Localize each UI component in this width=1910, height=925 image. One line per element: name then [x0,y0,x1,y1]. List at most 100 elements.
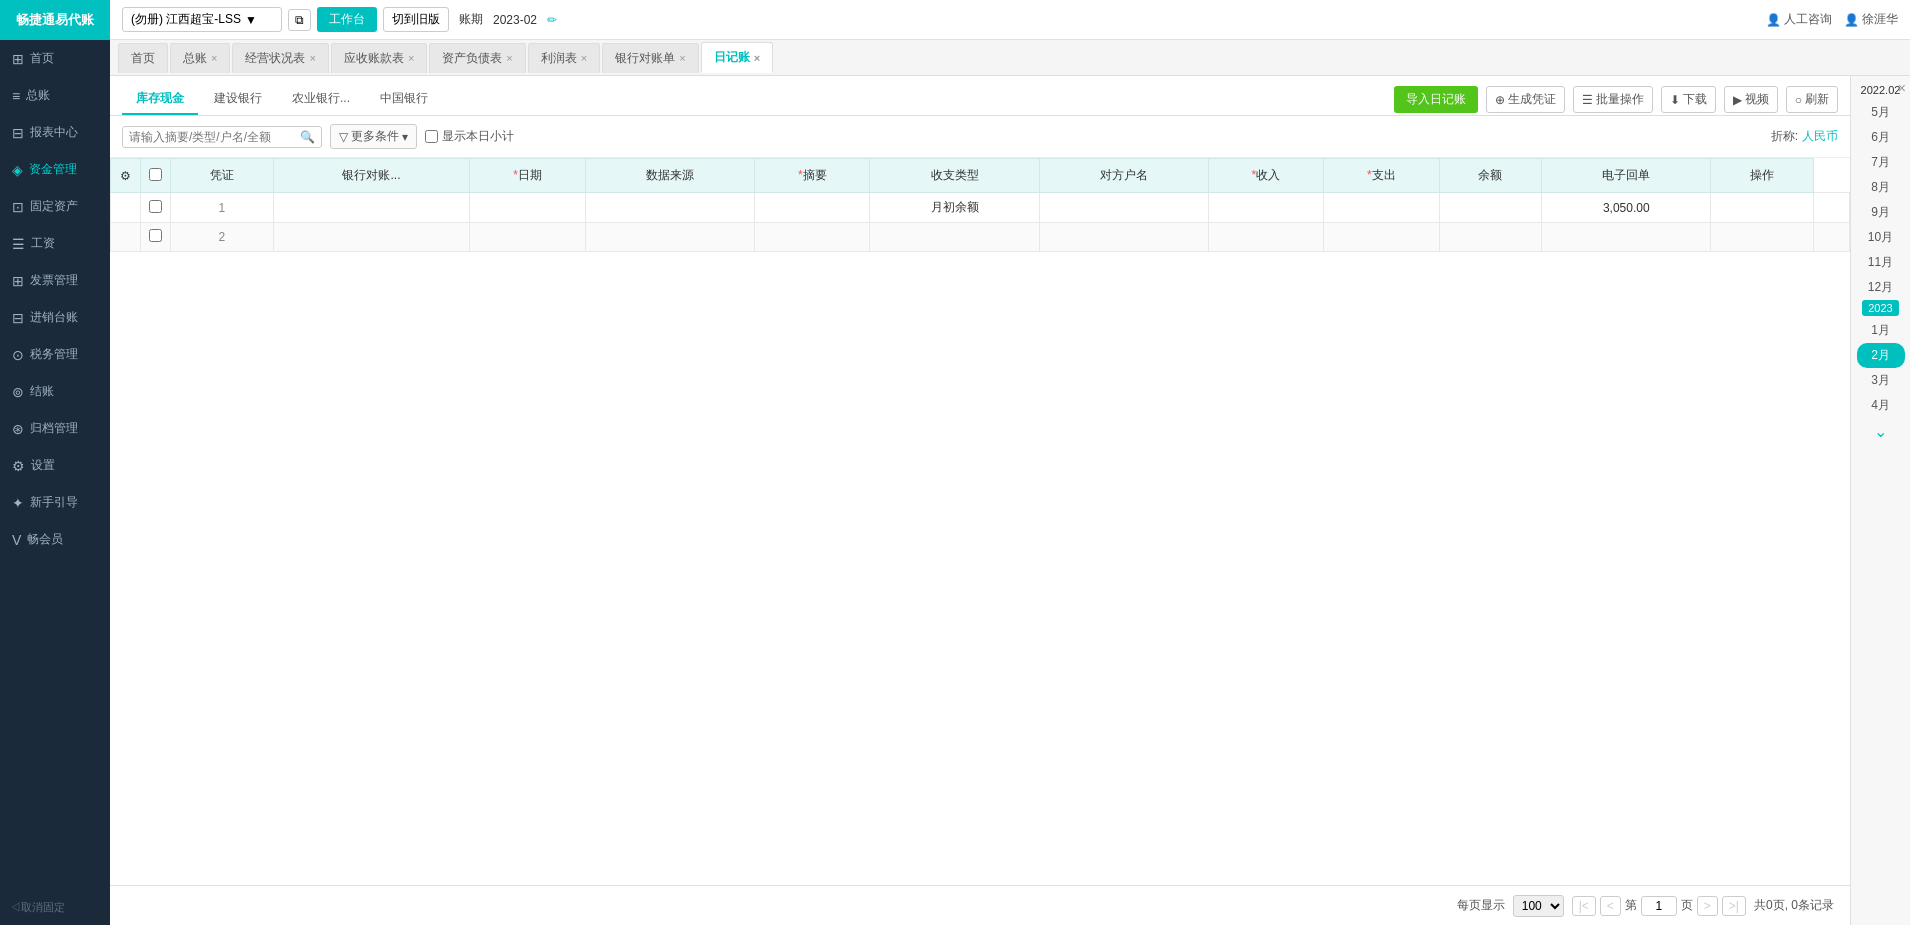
col-settings[interactable]: ⚙ [111,159,141,193]
sidebar-item-invoice[interactable]: ⊞ 发票管理 [0,262,110,299]
tab-assets-close[interactable]: × [506,52,512,64]
topbar-right: 👤 人工咨询 👤 徐涯华 [1766,11,1898,28]
guide-icon: ✦ [12,495,24,511]
tab-journal-close[interactable]: × [754,52,760,64]
month-11[interactable]: 11月 [1857,250,1905,275]
tab-journal[interactable]: 日记账 × [701,42,773,73]
tab-bank-statement[interactable]: 银行对账单 × [602,43,698,73]
period-edit-icon[interactable]: ✏ [547,13,557,27]
support-button[interactable]: 👤 人工咨询 [1766,11,1832,28]
sidebar-item-tax[interactable]: ⊙ 税务管理 [0,336,110,373]
sidebar-item-funds[interactable]: ◈ 资金管理 [0,151,110,188]
search-icon[interactable]: 🔍 [300,130,315,144]
subtab-nongye[interactable]: 农业银行... [278,84,364,115]
subtab-cash[interactable]: 库存现金 [122,84,198,115]
video-icon: ▶ [1733,93,1742,107]
tab-bank-statement-close[interactable]: × [679,52,685,64]
sidebar-item-vip[interactable]: V 畅会员 [0,521,110,558]
col-check[interactable] [141,159,171,193]
col-date: *日期 [470,159,586,193]
col-income: *收入 [1208,159,1324,193]
workbench-button[interactable]: 工作台 [317,7,377,32]
import-journal-button[interactable]: 导入日记账 [1394,86,1478,113]
company-selector[interactable]: (勿册) 江西超宝-LSS ▼ [122,7,282,32]
sidebar-item-archive[interactable]: ⊛ 归档管理 [0,410,110,447]
panel-nav-down[interactable]: ⌄ [1870,418,1891,445]
show-daily-label[interactable]: 显示本日小计 [425,128,514,145]
tab-profit[interactable]: 利润表 × [528,43,600,73]
tab-ledger-close[interactable]: × [211,52,217,64]
tab-receivable-label: 应收账款表 [344,50,404,67]
month-2023-3[interactable]: 3月 [1857,368,1905,393]
download-button[interactable]: ⬇ 下载 [1661,86,1716,113]
month-8[interactable]: 8月 [1857,175,1905,200]
subtab-zhongguo[interactable]: 中国银行 [366,84,442,115]
month-5[interactable]: 5月 [1857,100,1905,125]
tab-home[interactable]: 首页 [118,43,168,73]
row1-check[interactable] [141,193,171,223]
month-2023-4[interactable]: 4月 [1857,393,1905,418]
page-input[interactable] [1641,896,1677,916]
search-box[interactable]: 🔍 [122,126,322,148]
month-12[interactable]: 12月 [1857,275,1905,300]
row1-checkbox[interactable] [149,200,162,213]
sidebar-item-report[interactable]: ⊟ 报表中心 [0,114,110,151]
prev-page-button[interactable]: < [1600,896,1621,916]
tab-ledger[interactable]: 总账 × [170,43,230,73]
sidebar-item-guide[interactable]: ✦ 新手引导 [0,484,110,521]
month-2023-1[interactable]: 1月 [1857,318,1905,343]
batch-ops-button[interactable]: ☰ 批量操作 [1573,86,1653,113]
sidebar-item-close[interactable]: ⊚ 结账 [0,373,110,410]
journal-table: ⚙ 凭证 银行对账... *日期 数据来源 *摘要 收支类型 对方户名 *收入 … [110,158,1850,252]
month-10[interactable]: 10月 [1857,225,1905,250]
refresh-button[interactable]: ○ 刷新 [1786,86,1838,113]
select-all-checkbox[interactable] [149,168,162,181]
last-page-button[interactable]: >| [1722,896,1746,916]
search-input[interactable] [129,130,296,144]
month-2023-2[interactable]: 2月 [1857,343,1905,368]
tab-status-close[interactable]: × [309,52,315,64]
video-button[interactable]: ▶ 视频 [1724,86,1778,113]
oldver-button[interactable]: 切到旧版 [383,7,449,32]
sidebar-item-sales[interactable]: ⊟ 进销台账 [0,299,110,336]
year-2023-badge[interactable]: 2023 [1862,300,1898,316]
sidebar-label-payroll: 工资 [31,235,55,252]
home-icon: ⊞ [12,51,24,67]
row2-checkbox[interactable] [149,229,162,242]
month-9[interactable]: 9月 [1857,200,1905,225]
sidebar-item-home[interactable]: ⊞ 首页 [0,40,110,77]
filter-button[interactable]: ▽ 更多条件 ▾ [330,124,417,149]
next-page-button[interactable]: > [1697,896,1718,916]
tab-receivable[interactable]: 应收账款表 × [331,43,427,73]
row1-pay-type [1039,193,1208,223]
first-page-button[interactable]: |< [1572,896,1596,916]
pin-toggle[interactable]: ◁取消固定 [0,890,110,925]
tab-receivable-close[interactable]: × [408,52,414,64]
sidebar-item-ledger[interactable]: ≡ 总账 [0,77,110,114]
sidebar-label-assets: 固定资产 [30,198,78,215]
sidebar-item-settings[interactable]: ⚙ 设置 [0,447,110,484]
tab-status[interactable]: 经营状况表 × [232,43,328,73]
tab-status-label: 经营状况表 [245,50,305,67]
subtab-jianshe[interactable]: 建设银行 [200,84,276,115]
copy-button[interactable]: ⧉ [288,9,311,31]
tab-profit-close[interactable]: × [581,52,587,64]
page-size-select[interactable]: 100 50 200 [1513,895,1564,917]
sidebar-item-assets[interactable]: ⊡ 固定资产 [0,188,110,225]
row2-action [1813,223,1849,252]
report-icon: ⊟ [12,125,24,141]
sidebar-item-payroll[interactable]: ☰ 工资 [0,225,110,262]
month-7[interactable]: 7月 [1857,150,1905,175]
panel-close-button[interactable]: × [1898,80,1906,96]
sidebar-label-tax: 税务管理 [30,346,78,363]
row1-action [1813,193,1849,223]
row2-check[interactable] [141,223,171,252]
sidebar-label-invoice: 发票管理 [30,272,78,289]
month-6[interactable]: 6月 [1857,125,1905,150]
tab-assets-table[interactable]: 资产负债表 × [429,43,525,73]
user-button[interactable]: 👤 徐涯华 [1844,11,1898,28]
generate-voucher-button[interactable]: ⊕ 生成凭证 [1486,86,1565,113]
show-daily-checkbox[interactable] [425,130,438,143]
currency-value[interactable]: 人民币 [1802,128,1838,145]
tab-bar: 首页 总账 × 经营状况表 × 应收账款表 × 资产负债表 × 利润表 × 银行… [110,40,1910,76]
